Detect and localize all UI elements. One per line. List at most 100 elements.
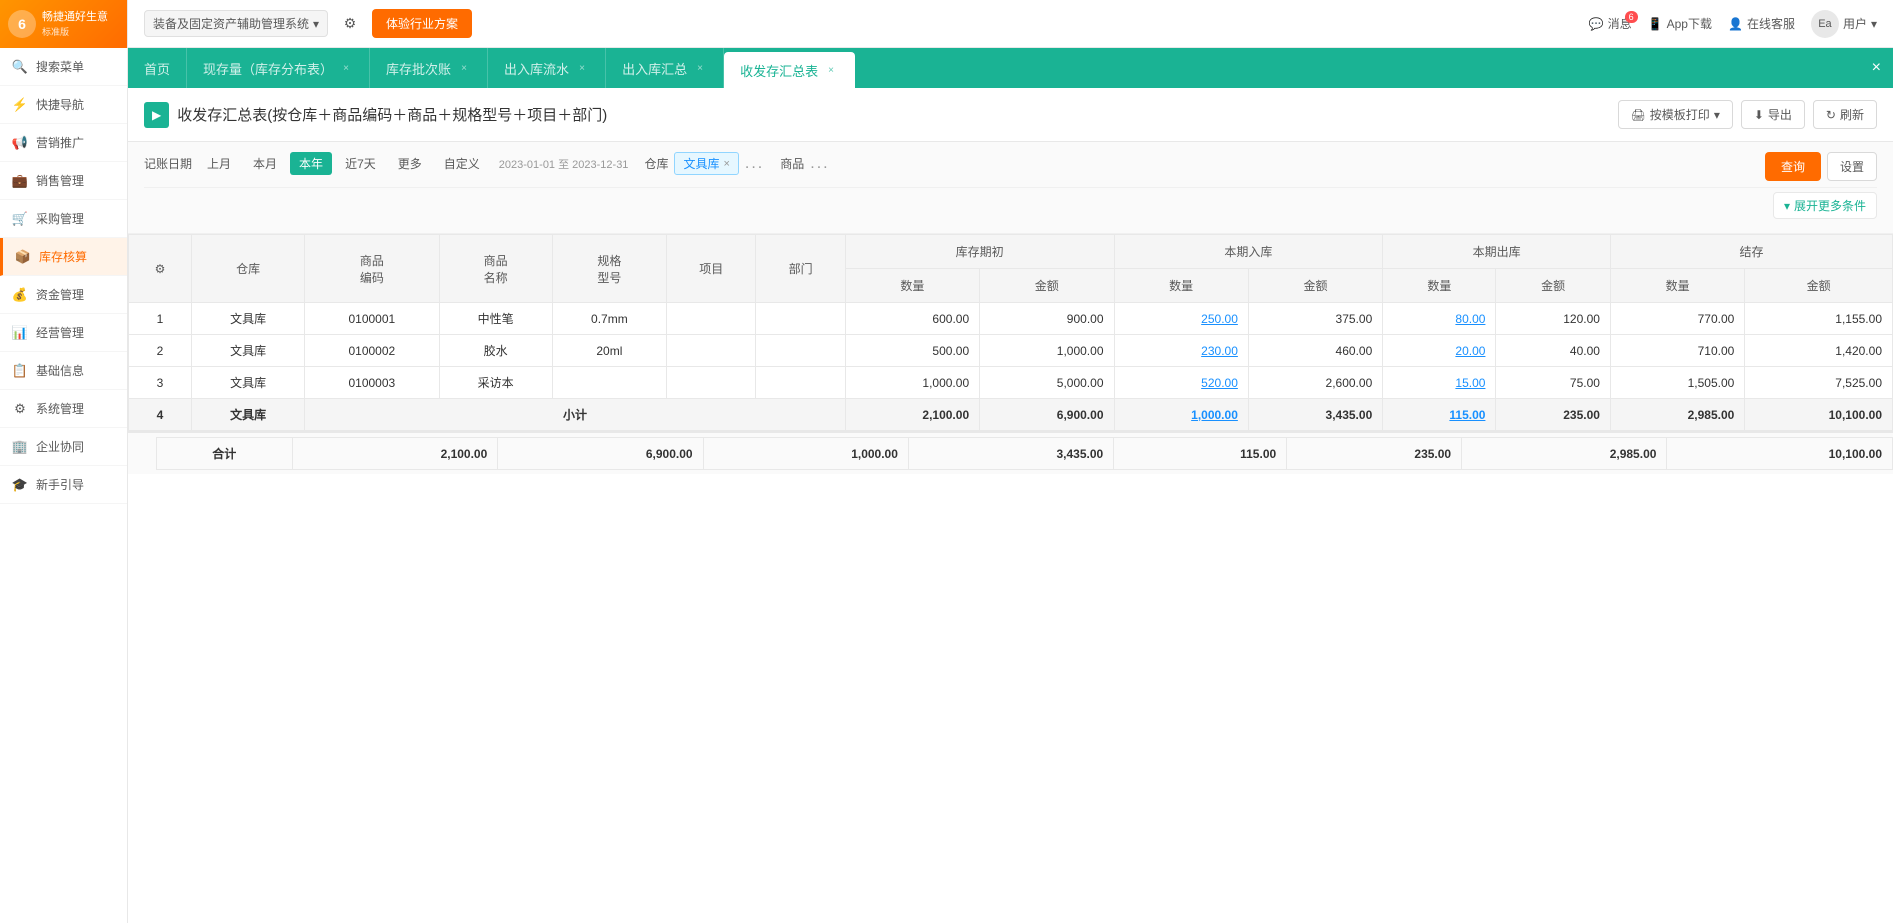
online-service-btn[interactable]: 👤 在线客服: [1728, 15, 1795, 32]
inventory-label: 库存核算: [39, 248, 87, 265]
print-label: 按模板打印: [1650, 106, 1710, 123]
cell-opening-qty-2: 1,000.00: [845, 367, 979, 399]
logo-icon: 6: [8, 10, 36, 38]
total-opening-amt: 6,900.00: [498, 438, 703, 470]
tab-inout-summary-close[interactable]: ×: [693, 61, 707, 75]
th-project: 项目: [667, 235, 756, 303]
system-selector[interactable]: 装备及固定资产辅助管理系统 ▾: [144, 10, 328, 37]
sidebar-nav: 🔍 搜索菜单 ⚡ 快捷导航 📢 营销推广 💼 销售管理 🛒 采购管理 📦 库存核…: [0, 48, 127, 923]
expand-btn[interactable]: ▾ 展开更多条件: [1773, 192, 1877, 219]
total-opening-qty: 2,100.00: [292, 438, 497, 470]
refresh-label: 刷新: [1840, 106, 1864, 123]
tab-recv-send-summary[interactable]: 收发存汇总表 ×: [724, 52, 855, 88]
date-btn-last-month[interactable]: 上月: [198, 152, 240, 175]
sidebar-item-enterprise[interactable]: 🏢 企业协同: [0, 428, 127, 466]
enterprise-label: 企业协同: [36, 438, 84, 455]
sidebar-item-basic-info[interactable]: 📋 基础信息: [0, 352, 127, 390]
th-opening-qty: 数量: [845, 269, 979, 303]
cell-closing-qty-1: 710.00: [1610, 335, 1744, 367]
tabbar-close-all-btn[interactable]: ×: [1860, 59, 1893, 77]
newbie-label: 新手引导: [36, 476, 84, 493]
tab-recv-send-close[interactable]: ×: [824, 63, 838, 77]
date-btn-7days[interactable]: 近7天: [336, 152, 385, 175]
date-btn-this-month[interactable]: 本月: [244, 152, 286, 175]
subtotal-in-amt: 3,435.00: [1248, 399, 1382, 431]
cell-code-2: 0100003: [305, 367, 439, 399]
export-button[interactable]: ⬇ 导出: [1741, 100, 1805, 129]
total-in-qty: 1,000.00: [703, 438, 908, 470]
subtotal-label: 小计: [305, 399, 846, 431]
goods-filter-dots[interactable]: ...: [810, 155, 829, 173]
tab-inventory-dist-close[interactable]: ×: [339, 61, 353, 75]
sidebar-item-newbie[interactable]: 🎓 新手引导: [0, 466, 127, 504]
refresh-icon: ↻: [1826, 108, 1836, 122]
expand-label: 展开更多条件: [1794, 197, 1866, 214]
table-row: 2 文具库 0100002 胶水 20ml 500.00 1,000.00 23…: [129, 335, 1893, 367]
print-button[interactable]: 🖨 按模板打印 ▾: [1618, 100, 1733, 129]
sidebar-item-finance[interactable]: 💰 资金管理: [0, 276, 127, 314]
warehouse-filter-dots[interactable]: ...: [745, 155, 764, 173]
subtotal-closing-amt: 10,100.00: [1745, 399, 1893, 431]
sidebar-item-marketing[interactable]: 📢 营销推广: [0, 124, 127, 162]
sidebar-item-purchase[interactable]: 🛒 采购管理: [0, 200, 127, 238]
user-area[interactable]: Ea 用户 ▾: [1811, 10, 1877, 38]
expand-icon: ▾: [1784, 199, 1790, 213]
app-download-btn[interactable]: 📱 App下载: [1648, 15, 1712, 32]
cell-in-amt-1: 460.00: [1248, 335, 1382, 367]
date-btn-more[interactable]: 更多: [389, 152, 431, 175]
cell-dept-2: [756, 367, 845, 399]
cell-in-qty-2: 520.00: [1114, 367, 1248, 399]
tab-home[interactable]: 首页: [128, 48, 187, 88]
user-dropdown-icon: ▾: [1871, 17, 1877, 31]
sidebar-item-inventory[interactable]: 📦 库存核算: [0, 238, 127, 276]
subtotal-out-amt: 235.00: [1496, 399, 1611, 431]
tab-batch-close[interactable]: ×: [457, 61, 471, 75]
th-goods-name: 商品名称: [439, 235, 552, 303]
date-btn-this-year[interactable]: 本年: [290, 152, 332, 175]
cell-opening-qty-0: 600.00: [845, 303, 979, 335]
messages-btn[interactable]: 💬 消息 6: [1589, 15, 1632, 32]
warehouse-tag[interactable]: 文具库 ×: [674, 152, 738, 175]
collapse-toggle[interactable]: ▶: [144, 102, 169, 128]
subtotal-no: 4: [129, 399, 192, 431]
message-icon: 💬: [1589, 17, 1604, 31]
sidebar-item-sales[interactable]: 💼 销售管理: [0, 162, 127, 200]
th-settings[interactable]: ⚙: [129, 235, 192, 303]
sidebar-item-quick-nav[interactable]: ⚡ 快捷导航: [0, 86, 127, 124]
subtotal-closing-qty: 2,985.00: [1610, 399, 1744, 431]
search-icon: 🔍: [12, 59, 28, 75]
tab-batch[interactable]: 库存批次账 ×: [370, 48, 488, 88]
cell-out-qty-1: 20.00: [1383, 335, 1496, 367]
tab-inout-flow-close[interactable]: ×: [575, 61, 589, 75]
subtotal-in-qty: 1,000.00: [1114, 399, 1248, 431]
tab-inventory-dist[interactable]: 现存量（库存分布表） ×: [187, 48, 370, 88]
sidebar-item-system[interactable]: ⚙ 系统管理: [0, 390, 127, 428]
search-button[interactable]: 查询: [1765, 152, 1821, 181]
service-icon: 👤: [1728, 17, 1743, 31]
warehouse-tag-close-icon[interactable]: ×: [723, 158, 729, 170]
sidebar-item-search[interactable]: 🔍 搜索菜单: [0, 48, 127, 86]
settings-gear-icon[interactable]: ⚙: [336, 10, 364, 38]
tab-inout-flow[interactable]: 出入库流水 ×: [488, 48, 606, 88]
cell-spec-2: [552, 367, 666, 399]
filter-left: 记账日期 上月 本月 本年 近7天 更多 自定义 2023-01-01 至 20…: [144, 152, 1765, 175]
th-goods-spec: 规格型号: [552, 235, 666, 303]
cell-name-2: 采访本: [439, 367, 552, 399]
tab-inout-summary[interactable]: 出入库汇总 ×: [606, 48, 724, 88]
sidebar-item-business[interactable]: 📊 经营管理: [0, 314, 127, 352]
trial-button[interactable]: 体验行业方案: [372, 9, 472, 38]
setting-button[interactable]: 设置: [1827, 152, 1877, 181]
th-closing-qty: 数量: [1610, 269, 1744, 303]
purchase-icon: 🛒: [12, 211, 28, 227]
app-download-label: App下载: [1667, 15, 1712, 32]
system-name: 装备及固定资产辅助管理系统: [153, 15, 309, 32]
newbie-icon: 🎓: [12, 477, 28, 493]
date-btn-custom[interactable]: 自定义: [435, 152, 489, 175]
cell-code-0: 0100001: [305, 303, 439, 335]
table-settings-icon[interactable]: ⚙: [155, 262, 166, 276]
filter-date-range: 2023-01-01 至 2023-12-31: [499, 156, 629, 172]
cell-opening-amt-0: 900.00: [980, 303, 1114, 335]
total-table: 合计 2,100.00 6,900.00 1,000.00 3,435.00 1…: [128, 437, 1893, 470]
refresh-button[interactable]: ↻ 刷新: [1813, 100, 1877, 129]
subtotal-opening-qty: 2,100.00: [845, 399, 979, 431]
